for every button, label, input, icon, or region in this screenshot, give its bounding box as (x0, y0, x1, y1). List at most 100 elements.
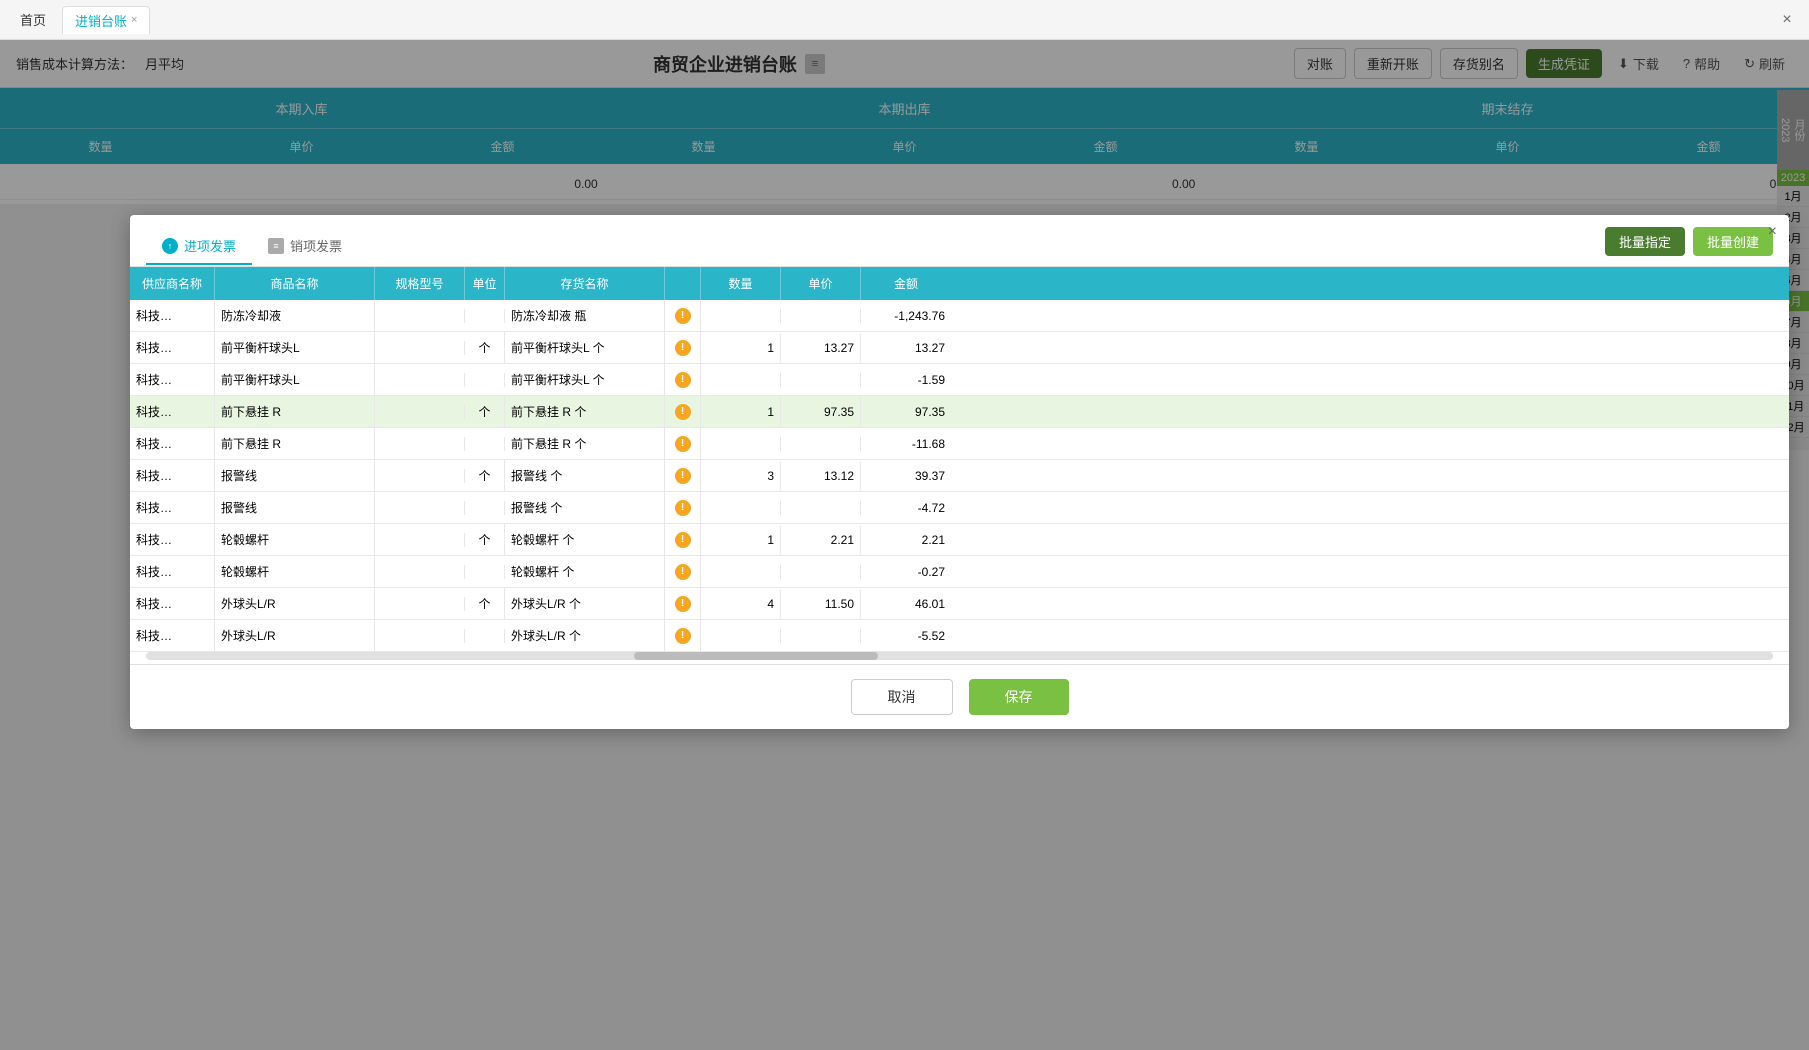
main-content: 销售成本计算方法： 月平均 商贸企业进销台账 ≡ 对账 重新开账 存货别名 生成… (0, 40, 1809, 1050)
td-supplier: 科技… (130, 492, 215, 523)
td-inventory: 轮毂螺杆 个 (505, 524, 665, 555)
td-warning: ! (665, 300, 701, 331)
table-row[interactable]: 科技… 防冻冷却液 防冻冷却液 瓶 ! -1,243.76 (130, 300, 1789, 332)
sales-tab-label: 销项发票 (290, 236, 342, 255)
warning-icon[interactable]: ! (675, 596, 691, 612)
cancel-button[interactable]: 取消 (851, 679, 953, 715)
td-amount: -5.52 (861, 622, 951, 650)
td-price (781, 309, 861, 323)
td-inventory: 轮毂螺杆 个 (505, 556, 665, 587)
td-amount: 2.21 (861, 526, 951, 554)
warning-icon[interactable]: ! (675, 404, 691, 420)
batch-create-button[interactable]: 批量创建 (1693, 227, 1773, 256)
warning-icon[interactable]: ! (675, 340, 691, 356)
th-qty: 数量 (701, 267, 781, 300)
td-product: 前下悬挂 R (215, 396, 375, 427)
td-product: 轮毂螺杆 (215, 556, 375, 587)
td-inventory: 防冻冷却液 瓶 (505, 300, 665, 331)
td-price: 97.35 (781, 398, 861, 426)
table-row[interactable]: 科技… 轮毂螺杆 轮毂螺杆 个 ! -0.27 (130, 556, 1789, 588)
td-inventory: 前平衡杆球头L 个 (505, 332, 665, 363)
warning-icon[interactable]: ! (675, 532, 691, 548)
td-amount: -4.72 (861, 494, 951, 522)
batch-assign-button[interactable]: 批量指定 (1605, 227, 1685, 256)
td-qty (701, 565, 781, 579)
td-supplier: 科技… (130, 588, 215, 619)
td-amount: 46.01 (861, 590, 951, 618)
table-row[interactable]: 科技… 前下悬挂 R 前下悬挂 R 个 ! -11.68 (130, 428, 1789, 460)
table-row[interactable]: 科技… 报警线 个 报警线 个 ! 3 13.12 39.37 (130, 460, 1789, 492)
td-inventory: 前平衡杆球头L 个 (505, 364, 665, 395)
top-bar: 首页 进销台账 × × (0, 0, 1809, 40)
td-unit: 个 (465, 396, 505, 427)
td-unit (465, 309, 505, 323)
td-amount: -11.68 (861, 430, 951, 458)
td-spec (375, 373, 465, 387)
table-row[interactable]: 科技… 前平衡杆球头L 前平衡杆球头L 个 ! -1.59 (130, 364, 1789, 396)
window-close-button[interactable]: × (1773, 6, 1801, 34)
td-product: 外球头L/R (215, 620, 375, 651)
td-spec (375, 309, 465, 323)
modal-table: 供应商名称 商品名称 规格型号 单位 存货名称 数量 单价 金额 科技… 防冻冷… (130, 267, 1789, 652)
warning-icon[interactable]: ! (675, 500, 691, 516)
td-unit (465, 373, 505, 387)
td-spec (375, 533, 465, 547)
td-price (781, 373, 861, 387)
modal-scrollbar-thumb (634, 652, 878, 660)
table-row[interactable]: 科技… 报警线 报警线 个 ! -4.72 (130, 492, 1789, 524)
td-qty (701, 373, 781, 387)
td-supplier: 科技… (130, 620, 215, 651)
save-button[interactable]: 保存 (969, 679, 1069, 715)
td-inventory: 外球头L/R 个 (505, 620, 665, 651)
td-warning: ! (665, 588, 701, 619)
td-product: 报警线 (215, 492, 375, 523)
tab-home[interactable]: 首页 (8, 6, 58, 33)
td-price (781, 501, 861, 515)
warning-icon[interactable]: ! (675, 468, 691, 484)
tab-sales-invoice[interactable]: ≡ 销项发票 (252, 228, 358, 265)
table-row[interactable]: 科技… 外球头L/R 个 外球头L/R 个 ! 4 11.50 46.01 (130, 588, 1789, 620)
td-inventory: 前下悬挂 R 个 (505, 428, 665, 459)
modal-close-button[interactable]: × (1768, 223, 1777, 241)
td-warning: ! (665, 620, 701, 651)
td-amount: -1.59 (861, 366, 951, 394)
warning-icon[interactable]: ! (675, 564, 691, 580)
td-price: 11.50 (781, 590, 861, 618)
td-unit: 个 (465, 588, 505, 619)
td-warning: ! (665, 556, 701, 587)
income-tab-icon: ↑ (162, 238, 178, 254)
td-qty: 1 (701, 334, 781, 362)
th-amount: 金额 (861, 267, 951, 300)
td-supplier: 科技… (130, 556, 215, 587)
modal-scrollbar[interactable] (146, 652, 1773, 660)
th-price: 单价 (781, 267, 861, 300)
tab-active[interactable]: 进销台账 × (62, 6, 150, 34)
td-spec (375, 469, 465, 483)
td-warning: ! (665, 332, 701, 363)
warning-icon[interactable]: ! (675, 308, 691, 324)
td-spec (375, 597, 465, 611)
td-unit: 个 (465, 460, 505, 491)
warning-icon[interactable]: ! (675, 372, 691, 388)
td-price: 13.12 (781, 462, 861, 490)
td-supplier: 科技… (130, 428, 215, 459)
td-unit (465, 565, 505, 579)
tab-income-invoice[interactable]: ↑ 进项发票 (146, 228, 252, 265)
warning-icon[interactable]: ! (675, 628, 691, 644)
table-row[interactable]: 科技… 轮毂螺杆 个 轮毂螺杆 个 ! 1 2.21 2.21 (130, 524, 1789, 556)
td-qty: 1 (701, 398, 781, 426)
invoice-modal: ↑ 进项发票 ≡ 销项发票 批量指定 批量创建 × 供应商名称 商品名称 规格型… (130, 215, 1789, 729)
td-price (781, 437, 861, 451)
td-unit (465, 629, 505, 643)
td-price: 2.21 (781, 526, 861, 554)
td-supplier: 科技… (130, 460, 215, 491)
td-supplier: 科技… (130, 332, 215, 363)
td-price (781, 565, 861, 579)
th-supplier: 供应商名称 (130, 267, 215, 300)
table-row[interactable]: 科技… 前平衡杆球头L 个 前平衡杆球头L 个 ! 1 13.27 13.27 (130, 332, 1789, 364)
tab-close-icon[interactable]: × (131, 14, 137, 26)
td-warning: ! (665, 428, 701, 459)
table-row[interactable]: 科技… 前下悬挂 R 个 前下悬挂 R 个 ! 1 97.35 97.35 (130, 396, 1789, 428)
warning-icon[interactable]: ! (675, 436, 691, 452)
table-row[interactable]: 科技… 外球头L/R 外球头L/R 个 ! -5.52 (130, 620, 1789, 652)
